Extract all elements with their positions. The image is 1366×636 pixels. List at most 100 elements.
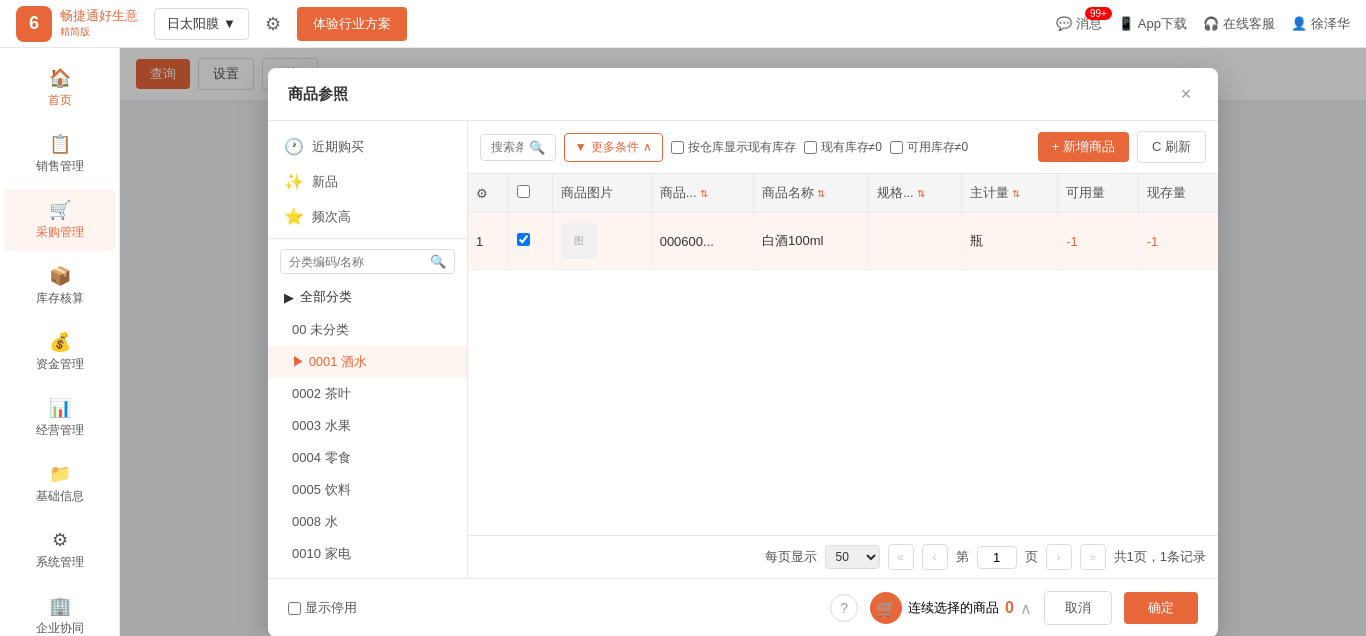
logo-badge: 精简版 [60, 25, 138, 39]
checkbox-exist-input[interactable] [804, 141, 817, 154]
confirm-btn[interactable]: 确定 [1124, 592, 1198, 624]
category-item-c0008[interactable]: 0008 水 [268, 506, 467, 538]
search-icon: 🔍 [529, 140, 545, 155]
sidebar-label-purchase: 采购管理 [36, 224, 84, 241]
checkbox-available-input[interactable] [890, 141, 903, 154]
dialog: 商品参照 × 🕐 近期购买 ✨ 新品 [268, 68, 1218, 636]
nav-app-download[interactable]: 📱 App下载 [1118, 15, 1187, 33]
nav-service[interactable]: 🎧 在线客服 [1203, 15, 1275, 33]
last-page-btn[interactable]: » [1080, 544, 1106, 570]
freq-label: 频次高 [312, 208, 351, 226]
checkbox-available[interactable]: 可用库存≠0 [890, 139, 968, 156]
product-search-input[interactable] [491, 140, 523, 154]
category-item-c0002[interactable]: 0002 茶叶 [268, 378, 467, 410]
pagination-bar: 每页显示 50 20 100 « ‹ 第 1 页 › [468, 535, 1218, 578]
col-settings[interactable]: ⚙ [468, 174, 509, 213]
all-category-header[interactable]: ▶ 全部分类 [268, 280, 467, 314]
nav-right: 💬 消息 99+ 📱 App下载 🎧 在线客服 👤 徐泽华 [1056, 15, 1350, 33]
show-disabled-checkbox[interactable]: 显示停用 [288, 599, 357, 617]
sidebar-item-purchase[interactable]: 🛒 采购管理 [4, 189, 115, 251]
cell-checkbox[interactable] [509, 213, 552, 270]
chevron-down-icon: ▼ [223, 16, 236, 31]
logo-icon: 6 [16, 6, 52, 42]
logo-text: 畅捷通好生意 [60, 8, 138, 25]
user-label: 徐泽华 [1311, 15, 1350, 33]
next-page-btn[interactable]: › [1046, 544, 1072, 570]
col-code[interactable]: 商品... ⇅ [651, 174, 753, 213]
category-search-input[interactable] [289, 255, 424, 269]
sidebar-item-company[interactable]: 🏢 企业协同 [4, 585, 115, 636]
page-number-input[interactable]: 1 [977, 546, 1017, 569]
cell-unit: 瓶 [962, 213, 1058, 270]
new-icon: ✨ [284, 172, 304, 191]
col-spec[interactable]: 规格... ⇅ [868, 174, 961, 213]
checkbox-warehouse[interactable]: 按仓库显示现有库存 [671, 139, 796, 156]
show-disabled-input[interactable] [288, 602, 301, 615]
cell-seq: 1 [468, 213, 509, 270]
sidebar-item-inventory[interactable]: 📦 库存核算 [4, 255, 115, 317]
sidebar-item-finance[interactable]: 💰 资金管理 [4, 321, 115, 383]
sidebar: 🏠 首页 📋 销售管理 🛒 采购管理 📦 库存核算 💰 资金管理 📊 经营管理 … [0, 48, 120, 636]
dialog-left-panel: 🕐 近期购买 ✨ 新品 ⭐ 频次高 [268, 121, 468, 578]
operation-icon: 📊 [49, 397, 71, 419]
category-item-c0003[interactable]: 0003 水果 [268, 410, 467, 442]
page-total: 共1页，1条记录 [1114, 548, 1206, 566]
refresh-btn[interactable]: C 刷新 [1137, 131, 1206, 163]
nav-dropdown[interactable]: 日太阳膜 ▼ [154, 8, 249, 40]
col-stock: 现存量 [1138, 174, 1218, 213]
sidebar-label-finance: 资金管理 [36, 356, 84, 373]
logo-area: 6 畅捷通好生意 精简版 [16, 6, 138, 42]
col-unit-label: 主计量 [970, 184, 1009, 202]
page-label: 第 [956, 548, 969, 566]
more-filter-btn[interactable]: ▼ 更多条件 ∧ [564, 133, 663, 162]
new-product-item[interactable]: ✨ 新品 [268, 164, 467, 199]
sidebar-item-home[interactable]: 🏠 首页 [4, 57, 115, 119]
category-item-c0010[interactable]: 0010 家电 [268, 538, 467, 570]
freq-high-item[interactable]: ⭐ 频次高 [268, 199, 467, 234]
prev-page-btn[interactable]: ‹ [922, 544, 948, 570]
cancel-btn[interactable]: 取消 [1044, 591, 1112, 625]
col-unit[interactable]: 主计量 ⇅ [962, 174, 1058, 213]
sidebar-item-system[interactable]: ⚙ 系统管理 [4, 519, 115, 581]
dialog-close-button[interactable]: × [1174, 82, 1198, 106]
recent-purchase-item[interactable]: 🕐 近期购买 [268, 129, 467, 164]
message-icon: 💬 [1056, 16, 1072, 31]
experience-btn[interactable]: 体验行业方案 [297, 7, 407, 41]
cart-collapse-btn[interactable]: ∧ [1020, 599, 1032, 618]
per-page-select[interactable]: 50 20 100 [825, 545, 880, 569]
dialog-overlay: 商品参照 × 🕐 近期购买 ✨ 新品 [120, 48, 1366, 636]
sidebar-label-basic: 基础信息 [36, 488, 84, 505]
sidebar-item-operation[interactable]: 📊 经营管理 [4, 387, 115, 449]
category-label-c0001: 0001 酒水 [309, 354, 368, 369]
first-page-btn[interactable]: « [888, 544, 914, 570]
cart-area: 🛒 连续选择的商品 0 ∧ [870, 592, 1032, 624]
row-checkbox[interactable] [517, 233, 530, 246]
category-item-c0005[interactable]: 0005 饮料 [268, 474, 467, 506]
nav-user[interactable]: 👤 徐泽华 [1291, 15, 1350, 33]
app-label: App下载 [1138, 15, 1187, 33]
col-name[interactable]: 商品名称 ⇅ [753, 174, 868, 213]
nav-message[interactable]: 💬 消息 99+ [1056, 15, 1102, 33]
product-search-box[interactable]: 🔍 [480, 134, 556, 161]
col-checkbox[interactable] [509, 174, 552, 213]
category-item-c0001[interactable]: ▶ 0001 酒水 [268, 346, 467, 378]
table-row[interactable]: 1 图 000600... 白酒100ml 瓶 [468, 213, 1218, 270]
sidebar-item-basic[interactable]: 📁 基础信息 [4, 453, 115, 515]
category-item-c0004[interactable]: 0004 零食 [268, 442, 467, 474]
per-page-label: 每页显示 [765, 548, 817, 566]
sidebar-label-operation: 经营管理 [36, 422, 84, 439]
category-search[interactable]: 🔍 [280, 249, 455, 274]
category-item-c00[interactable]: 00 未分类 [268, 314, 467, 346]
cart-icon: 🛒 [870, 592, 902, 624]
checkbox-warehouse-input[interactable] [671, 141, 684, 154]
active-arrow: ▶ [292, 354, 309, 369]
settings-icon[interactable]: ⚙ [257, 8, 289, 40]
add-product-btn[interactable]: + 新增商品 [1038, 132, 1129, 162]
select-all-checkbox[interactable] [517, 185, 530, 198]
sidebar-item-sales[interactable]: 📋 销售管理 [4, 123, 115, 185]
col-code-label: 商品... [660, 184, 697, 202]
help-btn[interactable]: ? [830, 594, 858, 622]
nav-dropdown-label: 日太阳膜 [167, 15, 219, 33]
checkbox-exist[interactable]: 现有库存≠0 [804, 139, 882, 156]
col-image: 商品图片 [552, 174, 651, 213]
